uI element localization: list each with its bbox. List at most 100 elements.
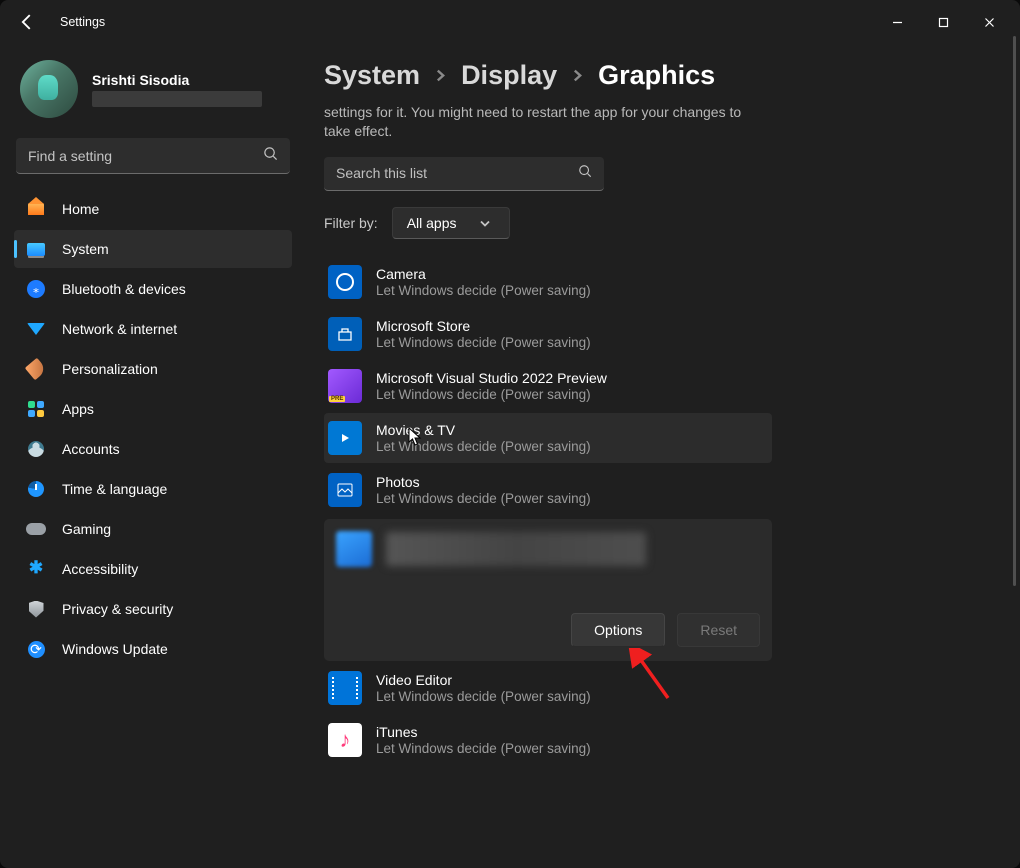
accessibility-icon: ✱: [26, 559, 46, 579]
app-row-store[interactable]: Microsoft StoreLet Windows decide (Power…: [324, 309, 772, 359]
shield-icon: [26, 599, 46, 619]
app-name: Photos: [376, 474, 591, 490]
chevron-right-icon: [434, 69, 447, 82]
search-icon: [263, 146, 278, 166]
profile-email-redacted: [92, 91, 262, 107]
app-sub: Let Windows decide (Power saving): [376, 491, 591, 506]
reset-button: Reset: [677, 613, 760, 647]
brush-icon: [26, 359, 46, 379]
nav-label: Time & language: [62, 481, 167, 497]
app-row-itunes[interactable]: ♪ iTunesLet Windows decide (Power saving…: [324, 715, 772, 765]
nav-label: Privacy & security: [62, 601, 173, 617]
nav-update[interactable]: ⟳ Windows Update: [14, 630, 292, 668]
breadcrumb-display[interactable]: Display: [461, 60, 557, 91]
nav-label: Gaming: [62, 521, 111, 537]
settings-window: Settings Srishti Sisodia Home: [0, 0, 1020, 868]
nav-label: Personalization: [62, 361, 158, 377]
scrollbar-thumb[interactable]: [1013, 36, 1016, 586]
app-sub: Let Windows decide (Power saving): [376, 387, 607, 402]
chevron-down-icon: [479, 217, 491, 229]
system-icon: [26, 239, 46, 259]
app-name: Microsoft Store: [376, 318, 591, 334]
nav-home[interactable]: Home: [14, 190, 292, 228]
nav-gaming[interactable]: Gaming: [14, 510, 292, 548]
search-icon: [578, 164, 592, 183]
app-text-redacted: [386, 532, 646, 566]
back-button[interactable]: [16, 11, 38, 33]
nav-bluetooth[interactable]: ⁎ Bluetooth & devices: [14, 270, 292, 308]
app-row-vs[interactable]: Microsoft Visual Studio 2022 PreviewLet …: [324, 361, 772, 411]
list-search[interactable]: [324, 157, 604, 191]
app-name: Video Editor: [376, 672, 591, 688]
update-icon: ⟳: [26, 639, 46, 659]
breadcrumb-system[interactable]: System: [324, 60, 420, 91]
app-icon-redacted: [336, 531, 372, 567]
maximize-button[interactable]: [920, 6, 966, 38]
visualstudio-icon: [328, 369, 362, 403]
nav-privacy[interactable]: Privacy & security: [14, 590, 292, 628]
app-list: CameraLet Windows decide (Power saving) …: [324, 257, 772, 765]
apps-icon: [26, 399, 46, 419]
breadcrumb-graphics: Graphics: [598, 60, 715, 91]
minimize-button[interactable]: [874, 6, 920, 38]
app-row-photos[interactable]: PhotosLet Windows decide (Power saving): [324, 465, 772, 515]
scrollbar[interactable]: [1013, 6, 1016, 856]
nav-label: Home: [62, 201, 99, 217]
filter-value: All apps: [407, 215, 457, 231]
app-name: Movies & TV: [376, 422, 591, 438]
app-row-movies[interactable]: Movies & TVLet Windows decide (Power sav…: [324, 413, 772, 463]
window-title: Settings: [60, 15, 105, 29]
app-sub: Let Windows decide (Power saving): [376, 741, 591, 756]
gamepad-icon: [26, 519, 46, 539]
profile-block[interactable]: Srishti Sisodia: [10, 54, 296, 134]
nav-label: Network & internet: [62, 321, 177, 337]
itunes-icon: ♪: [328, 723, 362, 757]
nav-label: Accounts: [62, 441, 120, 457]
nav-accounts[interactable]: Accounts: [14, 430, 292, 468]
photos-icon: [328, 473, 362, 507]
close-button[interactable]: [966, 6, 1012, 38]
app-sub: Let Windows decide (Power saving): [376, 689, 591, 704]
nav-label: Accessibility: [62, 561, 138, 577]
nav-time[interactable]: Time & language: [14, 470, 292, 508]
nav-system[interactable]: System: [14, 230, 292, 268]
videoeditor-icon: [328, 671, 362, 705]
app-row-expanded[interactable]: Options Reset: [324, 519, 772, 661]
filter-row: Filter by: All apps: [324, 207, 996, 239]
nav-list: Home System ⁎ Bluetooth & devices Network…: [10, 190, 296, 668]
camera-icon: [328, 265, 362, 299]
sidebar: Srishti Sisodia Home System ⁎ Bluetooth &…: [0, 44, 306, 868]
nav-label: Windows Update: [62, 641, 168, 657]
nav-personalization[interactable]: Personalization: [14, 350, 292, 388]
movies-icon: [328, 421, 362, 455]
app-sub: Let Windows decide (Power saving): [376, 283, 591, 298]
nav-network[interactable]: Network & internet: [14, 310, 292, 348]
description-text: settings for it. You might need to resta…: [324, 103, 764, 141]
nav-label: Bluetooth & devices: [62, 281, 186, 297]
avatar: [20, 60, 78, 118]
nav-label: Apps: [62, 401, 94, 417]
app-row-videoeditor[interactable]: Video EditorLet Windows decide (Power sa…: [324, 663, 772, 713]
filter-label: Filter by:: [324, 215, 378, 231]
options-button[interactable]: Options: [571, 613, 665, 647]
chevron-right-icon: [571, 69, 584, 82]
app-sub: Let Windows decide (Power saving): [376, 439, 591, 454]
filter-dropdown[interactable]: All apps: [392, 207, 510, 239]
sidebar-search[interactable]: [16, 138, 290, 174]
clock-icon: [26, 479, 46, 499]
sidebar-search-input[interactable]: [28, 148, 263, 164]
app-row-camera[interactable]: CameraLet Windows decide (Power saving): [324, 257, 772, 307]
store-icon: [328, 317, 362, 351]
nav-label: System: [62, 241, 109, 257]
app-name: Camera: [376, 266, 591, 282]
nav-apps[interactable]: Apps: [14, 390, 292, 428]
wifi-icon: [26, 319, 46, 339]
app-sub: Let Windows decide (Power saving): [376, 335, 591, 350]
list-search-input[interactable]: [336, 165, 578, 181]
profile-name: Srishti Sisodia: [92, 72, 262, 88]
home-icon: [26, 199, 46, 219]
person-icon: [26, 439, 46, 459]
bluetooth-icon: ⁎: [26, 279, 46, 299]
app-name: iTunes: [376, 724, 591, 740]
nav-accessibility[interactable]: ✱ Accessibility: [14, 550, 292, 588]
